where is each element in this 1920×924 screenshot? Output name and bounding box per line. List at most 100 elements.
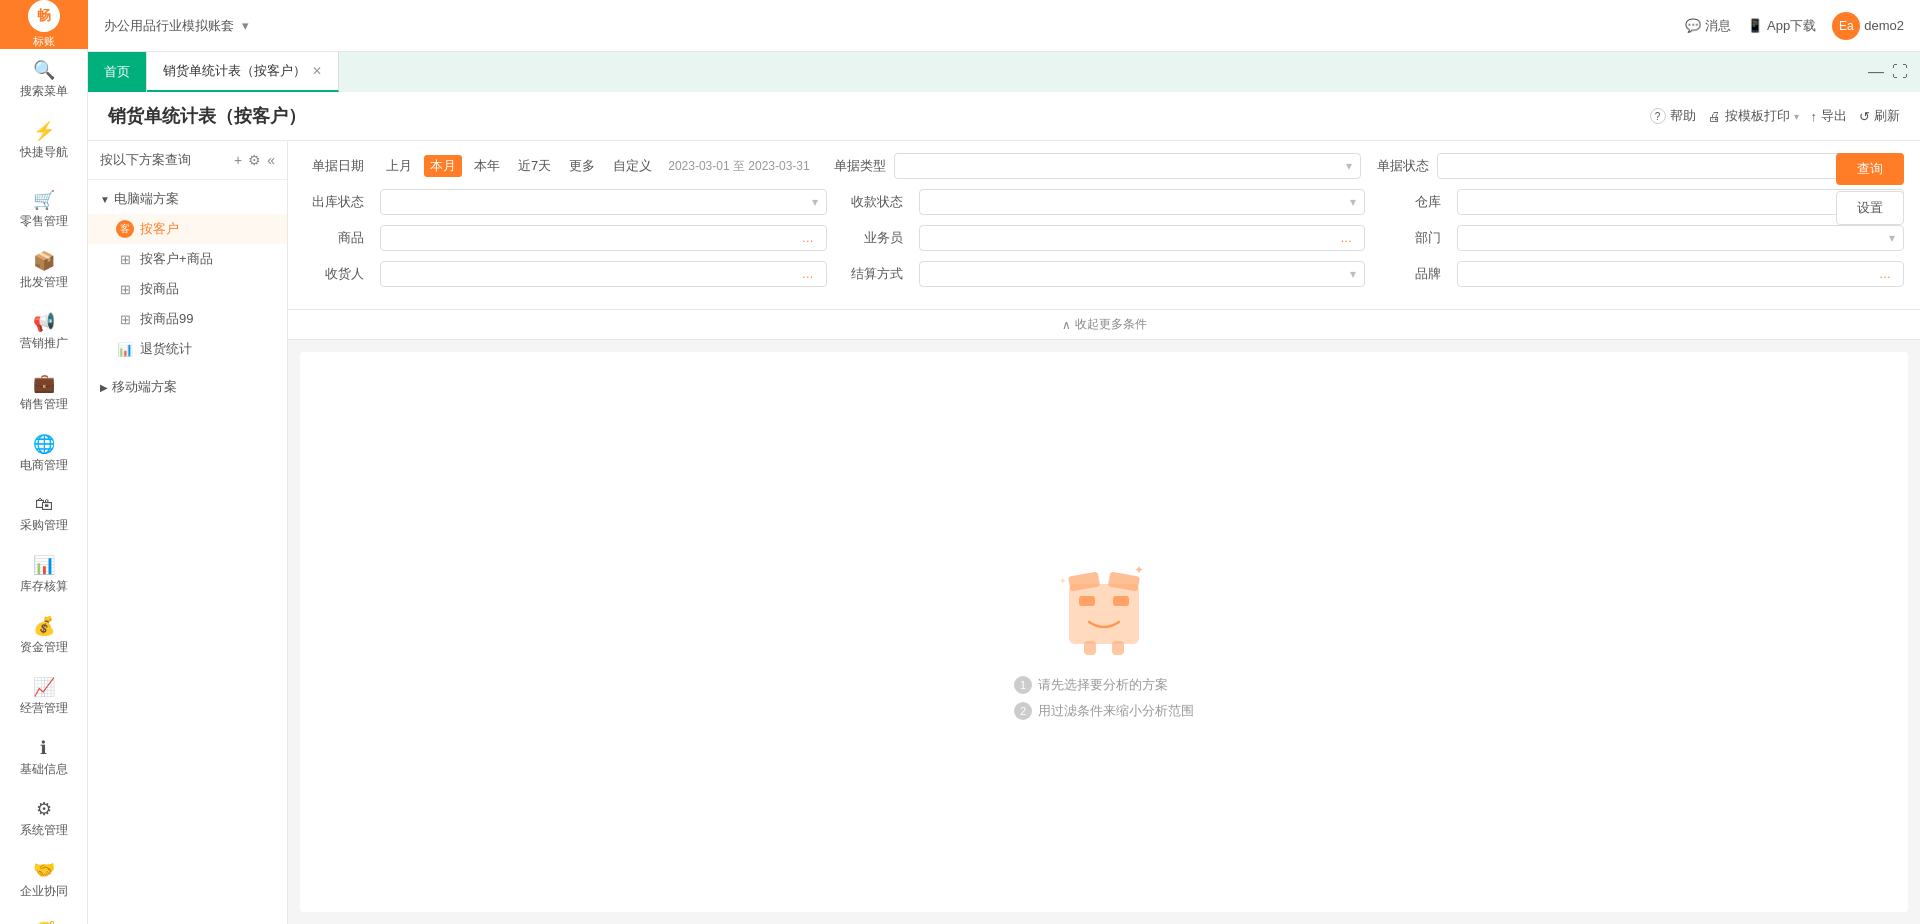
tip-2-text: 用过滤条件来缩小分析范围 (1038, 702, 1194, 720)
tabs-bar: 首页 销货单统计表（按客户） ✕ — ⛶ (88, 52, 1920, 92)
tab-close-button[interactable]: ✕ (312, 64, 322, 78)
scheme-collapse-button[interactable]: « (267, 152, 275, 168)
help-button[interactable]: ? 帮助 (1650, 107, 1696, 125)
date-last-month[interactable]: 上月 (380, 155, 418, 177)
sidebar-item-ecommerce[interactable]: 🌐 电商管理 (0, 423, 87, 484)
inventory-icon: 📊 (33, 554, 55, 576)
scheme-edit-button[interactable]: ⚙ (248, 152, 261, 168)
dept-field[interactable]: ▾ (1457, 225, 1904, 251)
scheme-item-return-stat[interactable]: 📊 退货统计 (88, 334, 287, 364)
empty-state: ✦ ✦ 1 请先选择要分析的方案 2 用过滤条件来缩小分析范围 (1014, 544, 1194, 720)
print-arrow: ▾ (1794, 111, 1799, 122)
scheme-item-by-goods99[interactable]: ⊞ 按商品99 (88, 304, 287, 334)
export-button[interactable]: ↑ 导出 (1811, 107, 1848, 125)
doc-type-field[interactable]: ▾ (894, 153, 1361, 179)
sidebar-item-sales[interactable]: 💼 销售管理 (0, 362, 87, 423)
sidebar-item-finance[interactable]: 💰 资金管理 (0, 605, 87, 666)
help-icon: ? (1650, 108, 1666, 124)
date-last7[interactable]: 近7天 (512, 155, 557, 177)
sidebar-item-wholesale[interactable]: 📦 批发管理 (0, 240, 87, 301)
goods99-icon: ⊞ (116, 310, 134, 328)
scheme-item-by-customer-goods[interactable]: ⊞ 按客户+商品 (88, 244, 287, 274)
user-profile[interactable]: Ea demo2 (1832, 12, 1904, 40)
sidebar-item-basic[interactable]: ℹ 基础信息 (0, 727, 87, 788)
data-area: ✦ ✦ 1 请先选择要分析的方案 2 用过滤条件来缩小分析范围 (300, 352, 1908, 912)
download-icon: 📱 (1747, 18, 1763, 33)
doc-type-label: 单据类型 (826, 157, 886, 175)
sidebar-item-label: 系统管理 (20, 822, 68, 839)
sidebar: 畅 标账 🔍 搜索菜单 ⚡ 快捷导航 🛒 零售管理 📦 批发管理 📢 营销推广 … (0, 0, 88, 924)
settlement-field[interactable]: ▾ (919, 261, 1366, 287)
scheme-add-button[interactable]: + (234, 152, 242, 168)
sidebar-item-retail[interactable]: 🛒 零售管理 (0, 179, 87, 240)
system-icon: ⚙ (36, 798, 52, 820)
salesperson-field[interactable]: … (919, 225, 1366, 251)
app-download-button[interactable]: 📱 App下载 (1747, 17, 1816, 35)
export-icon: ↑ (1811, 109, 1818, 124)
sidebar-item-quick-nav[interactable]: ⚡ 快捷导航 (0, 110, 87, 171)
date-more[interactable]: 更多 (563, 155, 601, 177)
receiver-label: 收货人 (304, 265, 364, 283)
header-chevron[interactable]: ▾ (242, 18, 249, 33)
sidebar-item-marketing[interactable]: 📢 营销推广 (0, 301, 87, 362)
receiver-more[interactable]: … (798, 267, 818, 281)
goods-field[interactable]: … (380, 225, 827, 251)
scheme-item-by-goods[interactable]: ⊞ 按商品 (88, 274, 287, 304)
tip-num-2: 2 (1014, 702, 1032, 720)
message-button[interactable]: 💬 消息 (1685, 17, 1731, 35)
svg-rect-0 (1069, 584, 1139, 644)
right-panel: 单据日期 上月 本月 本年 近7天 更多 自定义 2023-03-01 至 20… (288, 141, 1920, 924)
date-this-month[interactable]: 本月 (424, 155, 462, 177)
sidebar-item-operation[interactable]: 📈 经营管理 (0, 666, 87, 727)
tab-minimize-button[interactable]: — (1868, 63, 1884, 81)
sidebar-item-enterprise[interactable]: 🤝 企业协同 (0, 849, 87, 910)
page-header: 销货单统计表（按客户） ? 帮助 🖨 按模板打印 ▾ ↑ 导出 ↺ 刷新 (88, 92, 1920, 141)
sidebar-item-system[interactable]: ⚙ 系统管理 (0, 788, 87, 849)
finance-icon: 💰 (33, 615, 55, 637)
top-header: 办公用品行业模拟账套 ▾ 💬 消息 📱 App下载 Ea demo2 (88, 0, 1920, 52)
sidebar-item-label: 采购管理 (20, 517, 68, 534)
sidebar-item-label: 经营管理 (20, 700, 68, 717)
query-button[interactable]: 查询 (1836, 153, 1904, 185)
retail-icon: 🛒 (33, 189, 55, 211)
return-stat-icon: 📊 (116, 340, 134, 358)
left-panel-header-actions: + ⚙ « (234, 152, 275, 168)
sidebar-item-label: 零售管理 (20, 213, 68, 230)
tip-1-text: 请先选择要分析的方案 (1038, 676, 1168, 694)
scheme-group-desktop-label: 电脑端方案 (114, 190, 179, 208)
sidebar-item-inventory[interactable]: 📊 库存核算 (0, 544, 87, 605)
sidebar-item-guide[interactable]: 🧭 新手引导 (0, 910, 87, 924)
receiver-field[interactable]: … (380, 261, 827, 287)
goods-more[interactable]: … (798, 231, 818, 245)
sidebar-item-search[interactable]: 🔍 搜索菜单 (0, 49, 87, 110)
scheme-group-mobile-header[interactable]: ▶ 移动端方案 (88, 372, 287, 402)
sidebar-item-purchase[interactable]: 🛍 采购管理 (0, 484, 87, 544)
tab-sales-stat[interactable]: 销货单统计表（按客户） ✕ (147, 52, 339, 92)
settings-button[interactable]: 设置 (1836, 191, 1904, 225)
date-quick-buttons: 上月 本月 本年 近7天 更多 自定义 2023-03-01 至 2023-03… (380, 155, 810, 177)
brand-more[interactable]: … (1875, 267, 1895, 281)
out-status-field[interactable]: ▾ (380, 189, 827, 215)
goods-icon: ⊞ (116, 280, 134, 298)
tab-home[interactable]: 首页 (88, 52, 147, 92)
scheme-group-mobile: ▶ 移动端方案 (88, 368, 287, 406)
date-this-year[interactable]: 本年 (468, 155, 506, 177)
date-custom[interactable]: 自定义 (607, 155, 658, 177)
customer-scheme-icon: 客 (116, 220, 134, 238)
tab-sales-stat-label: 销货单统计表（按客户） (163, 62, 306, 80)
salesperson-more[interactable]: … (1336, 231, 1356, 245)
guide-icon: 🧭 (33, 920, 55, 924)
salesperson-label: 业务员 (843, 229, 903, 247)
refresh-button[interactable]: ↺ 刷新 (1859, 107, 1900, 125)
scheme-group-desktop-header[interactable]: ▼ 电脑端方案 (88, 184, 287, 214)
collapse-bar[interactable]: ∧ 收起更多条件 (288, 310, 1920, 340)
tab-maximize-button[interactable]: ⛶ (1892, 63, 1908, 81)
sales-icon: 💼 (33, 372, 55, 394)
pay-status-field[interactable]: ▾ (919, 189, 1366, 215)
sidebar-item-label: 营销推广 (20, 335, 68, 352)
template-print-button[interactable]: 🖨 按模板打印 ▾ (1708, 107, 1799, 125)
brand-field[interactable]: … (1457, 261, 1904, 287)
doc-status-field[interactable]: ▾ (1437, 153, 1904, 179)
sidebar-item-label: 电商管理 (20, 457, 68, 474)
scheme-item-by-customer[interactable]: 客 按客户 (88, 214, 287, 244)
